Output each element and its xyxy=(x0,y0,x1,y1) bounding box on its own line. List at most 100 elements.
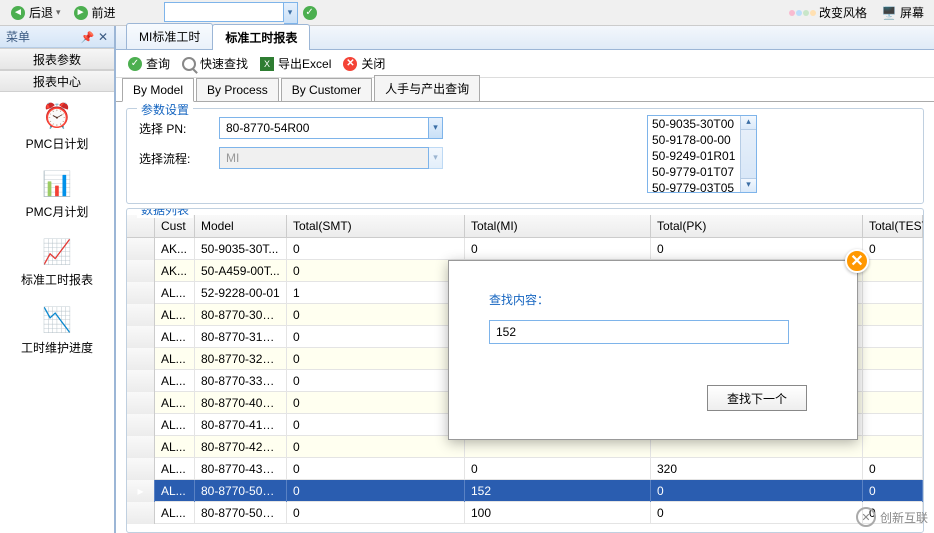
cell-test[interactable] xyxy=(863,370,923,392)
subtab-by-process[interactable]: By Process xyxy=(196,78,279,101)
row-header[interactable] xyxy=(127,348,155,370)
cell-test[interactable] xyxy=(863,304,923,326)
cell-test[interactable] xyxy=(863,326,923,348)
listbox-scrollbar[interactable]: ▴ ▾ xyxy=(740,116,756,192)
cell-model[interactable]: 52-9228-00-01 xyxy=(195,282,287,304)
cell-model[interactable]: 80-8770-32R... xyxy=(195,348,287,370)
style-button[interactable]: 改变风格 xyxy=(785,2,871,23)
row-header[interactable] xyxy=(127,392,155,414)
cell-smt[interactable]: 1 xyxy=(287,282,465,304)
tab-std-report[interactable]: 标准工时报表 xyxy=(212,24,310,50)
cell-cust[interactable]: AL... xyxy=(155,348,195,370)
cell-model[interactable]: 80-8770-50R... xyxy=(195,480,287,502)
cell-smt[interactable]: 0 xyxy=(287,502,465,524)
sidebar-item-maintain[interactable]: 📉 工时维护进度 xyxy=(21,304,93,356)
cell-cust[interactable]: AL... xyxy=(155,282,195,304)
cell-cust[interactable]: AK... xyxy=(155,238,195,260)
cell-model[interactable]: 80-8770-41R... xyxy=(195,414,287,436)
cell-smt[interactable]: 0 xyxy=(287,414,465,436)
row-header[interactable]: ▸ xyxy=(127,480,155,502)
sidebar-section-center[interactable]: 报表中心 xyxy=(0,70,114,92)
flow-combo[interactable]: ▾ xyxy=(219,147,443,169)
cell-pk[interactable]: 0 xyxy=(651,238,863,260)
cell-mi[interactable]: 0 xyxy=(465,238,651,260)
cell-cust[interactable]: AL... xyxy=(155,326,195,348)
cell-cust[interactable]: AL... xyxy=(155,370,195,392)
cell-cust[interactable]: AL... xyxy=(155,436,195,458)
cell-smt[interactable]: 0 xyxy=(287,348,465,370)
cell-pk[interactable]: 0 xyxy=(651,480,863,502)
row-header[interactable] xyxy=(127,458,155,480)
cell-smt[interactable]: 0 xyxy=(287,326,465,348)
tab-mi-std[interactable]: MI标准工时 xyxy=(126,23,213,49)
pn-combo[interactable]: ▾ xyxy=(219,117,443,139)
cell-test[interactable] xyxy=(863,414,923,436)
cell-mi[interactable]: 100 xyxy=(465,502,651,524)
col-model[interactable]: Model xyxy=(195,215,287,237)
cell-smt[interactable]: 0 xyxy=(287,260,465,282)
cell-pk[interactable]: 320 xyxy=(651,458,863,480)
close-icon[interactable]: ✕ xyxy=(98,30,108,44)
cell-test[interactable] xyxy=(863,282,923,304)
cell-cust[interactable]: AL... xyxy=(155,480,195,502)
pin-icon[interactable]: 📌 xyxy=(81,32,95,44)
sidebar-item-pmc-month[interactable]: 📊 PMC月计划 xyxy=(26,168,89,220)
cell-model[interactable]: 80-8770-30R... xyxy=(195,304,287,326)
find-next-button[interactable]: 查找下一个 xyxy=(707,385,807,411)
cell-model[interactable]: 80-8770-43R... xyxy=(195,458,287,480)
row-header[interactable] xyxy=(127,260,155,282)
cell-model[interactable]: 80-8770-33R... xyxy=(195,370,287,392)
cell-test[interactable] xyxy=(863,436,923,458)
cell-smt[interactable]: 0 xyxy=(287,304,465,326)
go-icon[interactable]: ✓ xyxy=(302,5,318,21)
quick-find-button[interactable]: 快速查找 xyxy=(182,55,248,72)
cell-model[interactable]: 80-8770-42R... xyxy=(195,436,287,458)
sidebar-item-pmc-day[interactable]: ⏰ PMC日计划 xyxy=(26,100,89,152)
cell-test[interactable]: 0 xyxy=(863,238,923,260)
cell-cust[interactable]: AL... xyxy=(155,414,195,436)
cell-cust[interactable]: AL... xyxy=(155,502,195,524)
subtab-by-model[interactable]: By Model xyxy=(122,78,194,102)
dialog-close-icon[interactable]: ✕ xyxy=(845,249,869,273)
cell-cust[interactable]: AL... xyxy=(155,304,195,326)
row-header[interactable] xyxy=(127,238,155,260)
cell-smt[interactable]: 0 xyxy=(287,392,465,414)
col-pk[interactable]: Total(PK) xyxy=(651,215,863,237)
pn-listbox[interactable]: 50-9035-30T00 50-9178-00-00 50-9249-01R0… xyxy=(647,115,757,193)
cell-smt[interactable]: 0 xyxy=(287,238,465,260)
row-header[interactable] xyxy=(127,502,155,524)
cell-mi[interactable]: 0 xyxy=(465,458,651,480)
cell-mi[interactable]: 152 xyxy=(465,480,651,502)
cell-model[interactable]: 80-8770-31R... xyxy=(195,326,287,348)
sidebar-section-params[interactable]: 报表参数 xyxy=(0,48,114,70)
table-row[interactable]: AL...80-8770-43R...003200 xyxy=(127,458,923,480)
cell-model[interactable]: 50-A459-00T... xyxy=(195,260,287,282)
cell-test[interactable]: 0 xyxy=(863,458,923,480)
row-header[interactable] xyxy=(127,326,155,348)
cell-model[interactable]: 50-9035-30T... xyxy=(195,238,287,260)
close-button[interactable]: ✕ 关闭 xyxy=(343,55,385,72)
subtab-by-customer[interactable]: By Customer xyxy=(281,78,372,101)
col-test[interactable]: Total(TEST xyxy=(863,215,923,237)
screen-button[interactable]: 🖥️ 屏幕 xyxy=(877,2,928,23)
col-smt[interactable]: Total(SMT) xyxy=(287,215,465,237)
export-excel-button[interactable]: X 导出Excel xyxy=(260,55,331,72)
table-row[interactable]: AL...80-8770-50R...010000 xyxy=(127,502,923,524)
col-mi[interactable]: Total(MI) xyxy=(465,215,651,237)
scroll-down-icon[interactable]: ▾ xyxy=(741,178,756,192)
cell-model[interactable]: 80-8770-50R... xyxy=(195,502,287,524)
pn-input[interactable] xyxy=(219,117,429,139)
cell-smt[interactable]: 0 xyxy=(287,370,465,392)
cell-cust[interactable]: AL... xyxy=(155,392,195,414)
subtab-manpower[interactable]: 人手与产出查询 xyxy=(374,75,480,101)
row-header[interactable] xyxy=(127,282,155,304)
scroll-up-icon[interactable]: ▴ xyxy=(741,116,756,130)
cell-test[interactable]: 0 xyxy=(863,480,923,502)
toolbar-combo[interactable]: ▾ xyxy=(164,2,298,24)
forward-button[interactable]: ► 前进 xyxy=(69,2,120,23)
row-header[interactable] xyxy=(127,436,155,458)
cell-pk[interactable]: 0 xyxy=(651,502,863,524)
row-header[interactable] xyxy=(127,414,155,436)
back-button[interactable]: ◄ 后退 ▾ xyxy=(6,2,65,23)
cell-test[interactable] xyxy=(863,392,923,414)
